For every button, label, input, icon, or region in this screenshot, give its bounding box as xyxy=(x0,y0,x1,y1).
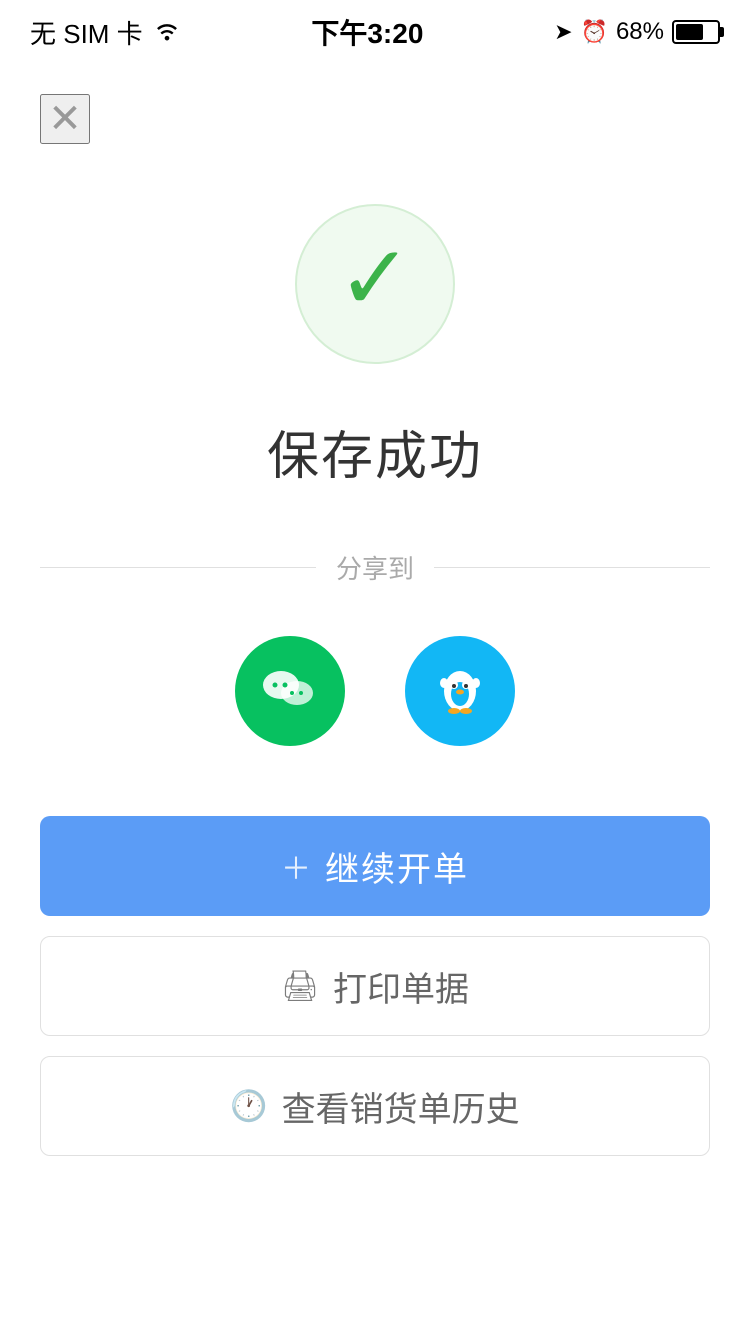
success-title: 保存成功 xyxy=(267,414,483,489)
share-section: 分享到 xyxy=(40,549,710,586)
location-icon: ➤ xyxy=(554,19,572,45)
history-icon: 🕐 xyxy=(230,1089,267,1124)
alarm-icon: ⏰ xyxy=(581,19,608,45)
continue-button[interactable]: ＋ 继续开单 xyxy=(40,816,710,916)
status-right: ➤ ⏰ 68% xyxy=(554,18,720,46)
action-buttons: ＋ 继续开单 🖨 打印单据 🕐 查看销货单历史 xyxy=(40,816,710,1156)
continue-label: 继续开单 xyxy=(325,842,469,891)
sim-status: 无 SIM 卡 xyxy=(30,14,143,51)
battery-indicator xyxy=(672,20,720,44)
print-icon: 🖨 xyxy=(281,969,319,1004)
main-content: ✕ ✓ 保存成功 分享到 xyxy=(0,64,750,1156)
print-button[interactable]: 🖨 打印单据 xyxy=(40,936,710,1036)
status-bar: 无 SIM 卡 下午3:20 ➤ ⏰ 68% xyxy=(0,0,750,64)
wechat-icon xyxy=(259,665,321,717)
divider-right xyxy=(434,567,710,568)
history-label: 查看销货单历史 xyxy=(282,1082,520,1131)
divider-left xyxy=(40,567,316,568)
status-left: 无 SIM 卡 xyxy=(30,14,181,51)
battery-percent: 68% xyxy=(616,18,664,46)
plus-icon: ＋ xyxy=(281,844,311,888)
share-label: 分享到 xyxy=(336,549,414,586)
print-label: 打印单据 xyxy=(333,962,469,1011)
qq-share-button[interactable] xyxy=(405,636,515,746)
success-circle: ✓ xyxy=(295,204,455,364)
qq-icon xyxy=(430,661,490,721)
checkmark-icon: ✓ xyxy=(337,234,412,324)
close-icon: ✕ xyxy=(48,99,82,139)
history-button[interactable]: 🕐 查看销货单历史 xyxy=(40,1056,710,1156)
wifi-icon xyxy=(153,17,181,48)
social-icons-row xyxy=(235,636,515,746)
close-button[interactable]: ✕ xyxy=(40,94,90,144)
wechat-share-button[interactable] xyxy=(235,636,345,746)
status-time: 下午3:20 xyxy=(311,12,423,52)
